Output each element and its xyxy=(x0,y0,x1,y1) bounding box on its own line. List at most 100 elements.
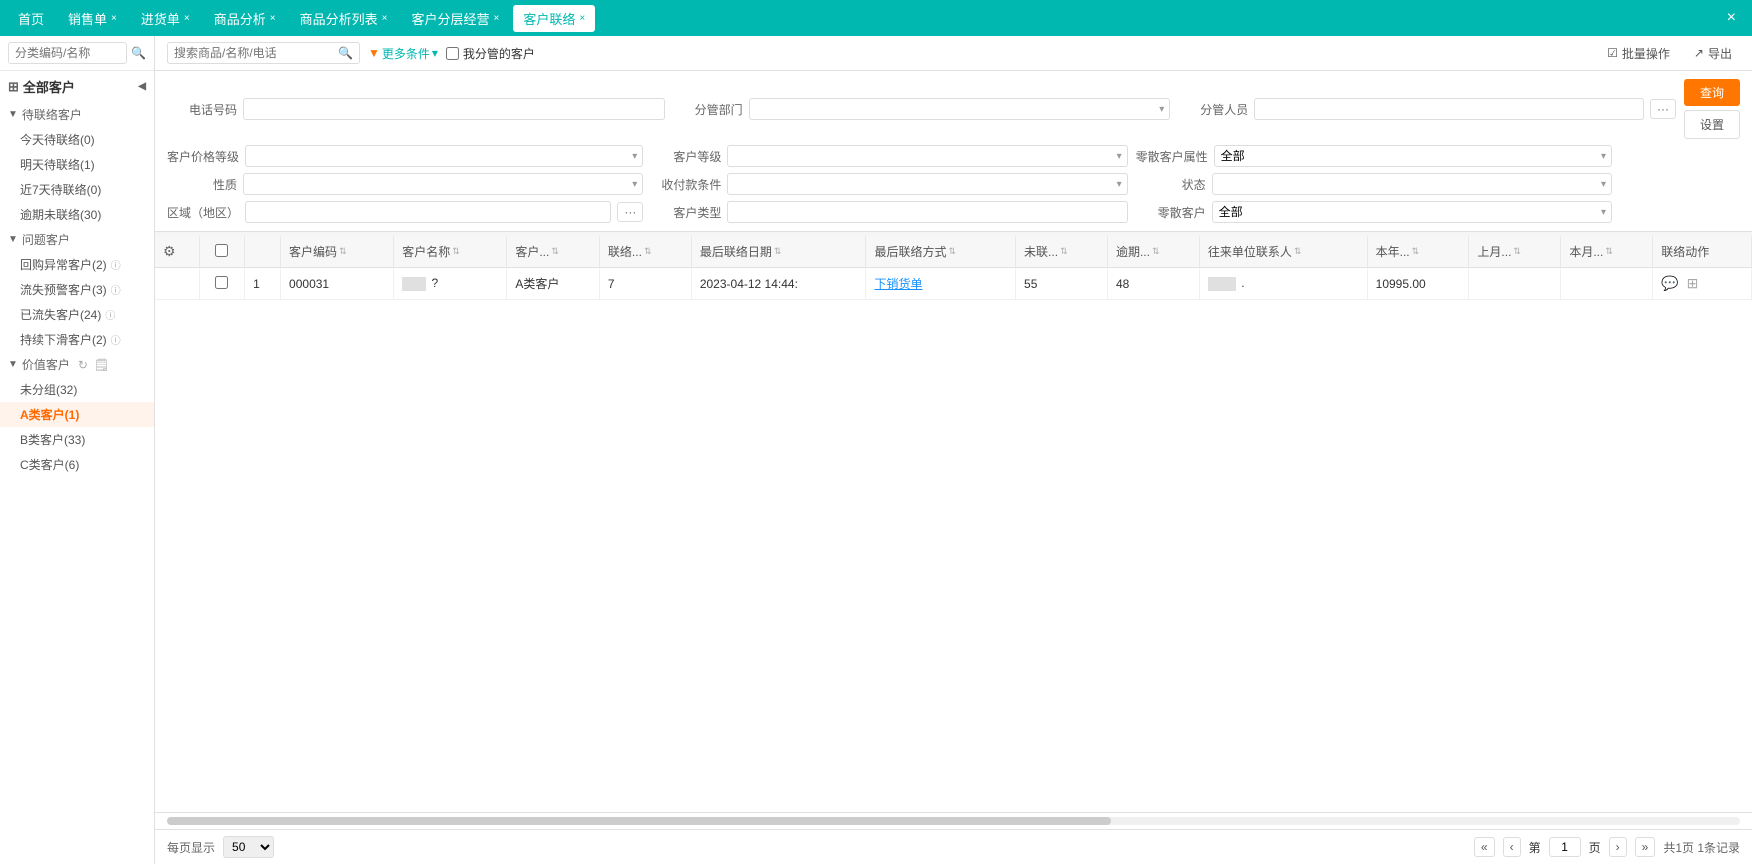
pending-arrow: ▼ xyxy=(8,109,18,120)
th-last-month-sort-icon: ⇅ xyxy=(1513,246,1521,257)
nav-tab-goods-analysis[interactable]: 商品分析 × xyxy=(204,5,286,32)
sidebar-item-today[interactable]: 今天待联络(0) xyxy=(0,127,154,152)
prev-page-btn[interactable]: ‹ xyxy=(1503,837,1521,857)
row-unit-contact-cell: . xyxy=(1199,268,1367,300)
customer-level-select[interactable] xyxy=(727,145,1127,167)
batch-op-btn[interactable]: ☑ 批量操作 xyxy=(1599,43,1678,64)
next-page-btn[interactable]: › xyxy=(1609,837,1627,857)
sidebar-search-icon[interactable]: 🔍 xyxy=(131,46,146,60)
filter-search-icon[interactable]: 🔍 xyxy=(338,46,353,60)
sidebar-item-unclassified[interactable]: 未分组(32) xyxy=(0,377,154,402)
row-last-contact-way[interactable]: 下销货单 xyxy=(874,277,922,291)
th-name[interactable]: 客户名称 ⇅ xyxy=(394,236,507,268)
th-unit-contact[interactable]: 往来单位联系人 ⇅ xyxy=(1199,236,1367,268)
query-button[interactable]: 查询 xyxy=(1684,79,1740,106)
my-customers-filter[interactable]: 我分管的客户 xyxy=(446,45,535,62)
th-last-contact-date[interactable]: 最后联络日期 ⇅ xyxy=(691,236,866,268)
retail-attr-select[interactable]: 全部 xyxy=(1214,145,1612,167)
page-num-input[interactable] xyxy=(1549,837,1581,857)
dept-select[interactable] xyxy=(749,98,1171,120)
row-last-contact-date-cell: 2023-04-12 14:44: xyxy=(691,268,866,300)
th-this-year-sort-icon: ⇅ xyxy=(1412,246,1420,257)
window-close-button[interactable]: × xyxy=(1719,7,1744,29)
row-seq: 1 xyxy=(253,277,260,291)
close-customer-contact-tab[interactable]: × xyxy=(579,13,585,24)
row-chat-icon[interactable]: 💬 xyxy=(1661,275,1678,292)
nav-home[interactable]: 首页 xyxy=(8,5,54,32)
export-label: 导出 xyxy=(1708,45,1732,62)
nav-tab-goods-analysis-list[interactable]: 商品分析列表 × xyxy=(290,5,398,32)
region-label: 区域（地区） xyxy=(167,204,239,221)
nav-tab-purchase[interactable]: 进货单 × xyxy=(131,5,200,32)
sidebar-item-class-c[interactable]: C类客户(6) xyxy=(0,452,154,477)
first-page-btn[interactable]: « xyxy=(1474,837,1495,857)
th-customer-type-label: 客户... xyxy=(515,243,549,260)
row-checkbox[interactable] xyxy=(215,276,228,289)
region-input[interactable] xyxy=(245,201,611,223)
close-sales-tab[interactable]: × xyxy=(111,13,117,24)
phone-input[interactable] xyxy=(243,98,665,120)
scrollbar-track[interactable] xyxy=(167,817,1740,825)
table-settings-icon[interactable]: ⚙ xyxy=(163,243,176,259)
sidebar-item-lost-warning[interactable]: 流失预警客户(3) ⓘ xyxy=(0,277,154,302)
sidebar-item-class-a[interactable]: A类客户(1) xyxy=(0,402,154,427)
region-ellipsis-btn[interactable]: ··· xyxy=(617,202,643,222)
filter-field-phone: 电话号码 xyxy=(167,98,665,120)
customer-type-input[interactable] xyxy=(727,201,1127,223)
page-size-select[interactable]: 50 100 200 xyxy=(223,836,274,858)
value-refresh-icon[interactable]: ↻ xyxy=(78,358,88,372)
nature-select[interactable] xyxy=(243,173,643,195)
row-qrcode-icon[interactable]: ⊞ xyxy=(1687,275,1699,292)
sidebar-item-7days[interactable]: 近7天待联络(0) xyxy=(0,177,154,202)
filter-field-price-level: 客户价格等级 ▾ xyxy=(167,145,643,167)
filter-field-dept: 分管部门 ▾ xyxy=(673,98,1171,120)
scrollbar-thumb[interactable] xyxy=(167,817,1111,825)
th-this-year[interactable]: 本年... ⇅ xyxy=(1367,236,1469,268)
close-customer-segment-tab[interactable]: × xyxy=(493,13,499,24)
sidebar-item-class-b[interactable]: B类客户(33) xyxy=(0,427,154,452)
status-select[interactable] xyxy=(1212,173,1612,195)
th-last-contact-way[interactable]: 最后联络方式 ⇅ xyxy=(866,236,1016,268)
manager-ellipsis-btn[interactable]: ··· xyxy=(1650,99,1676,119)
th-code[interactable]: 客户编码 ⇅ xyxy=(281,236,394,268)
sidebar-item-overdue[interactable]: 逾期未联络(30) xyxy=(0,202,154,227)
close-goods-analysis-list-tab[interactable]: × xyxy=(382,13,388,24)
price-level-select[interactable] xyxy=(245,145,643,167)
select-all-checkbox[interactable] xyxy=(215,244,228,257)
th-customer-type[interactable]: 客户... ⇅ xyxy=(507,236,600,268)
nav-tab-customer-segment[interactable]: 客户分层经营 × xyxy=(401,5,509,32)
th-this-month[interactable]: 本月... ⇅ xyxy=(1561,236,1653,268)
nav-tab-sales[interactable]: 销售单 × xyxy=(58,5,127,32)
page-label: 第 xyxy=(1529,839,1541,856)
close-goods-analysis-tab[interactable]: × xyxy=(270,13,276,24)
th-last-month[interactable]: 上月... ⇅ xyxy=(1469,236,1561,268)
filter-search-input[interactable] xyxy=(174,46,334,60)
sidebar-item-already-lost[interactable]: 已流失客户(24) ⓘ xyxy=(0,302,154,327)
nav-tab-customer-contact[interactable]: 客户联络 × xyxy=(513,5,595,32)
sidebar-item-tomorrow[interactable]: 明天待联络(1) xyxy=(0,152,154,177)
th-overdue[interactable]: 逾期... ⇅ xyxy=(1107,236,1199,268)
grid-icon: ⊞ xyxy=(8,79,19,95)
th-no-contact[interactable]: 未联... ⇅ xyxy=(1016,236,1108,268)
filter-more-label: 更多条件 xyxy=(382,45,430,62)
last-page-btn[interactable]: » xyxy=(1635,837,1656,857)
sidebar-item-repurchase-abnormal[interactable]: 回购异常客户(2) ⓘ xyxy=(0,252,154,277)
already-lost-label: 已流失客户(24) xyxy=(20,306,101,323)
my-customers-checkbox[interactable] xyxy=(446,47,459,60)
setting-button[interactable]: 设置 xyxy=(1684,110,1740,139)
sidebar-search-input[interactable] xyxy=(8,42,127,64)
payment-select[interactable] xyxy=(727,173,1127,195)
th-contact[interactable]: 联络... ⇅ xyxy=(599,236,691,268)
row-customer-type-cell: A类客户 xyxy=(507,268,600,300)
row-settings-cell xyxy=(155,268,199,300)
filter-search-container: 🔍 xyxy=(167,42,360,64)
all-customers-header[interactable]: ⊞ 全部客户 ◀ xyxy=(0,71,154,102)
filter-more-btn[interactable]: ▼ 更多条件 ▾ xyxy=(368,45,438,62)
close-purchase-tab[interactable]: × xyxy=(184,13,190,24)
sidebar-item-declining[interactable]: 持续下滑客户(2) ⓘ xyxy=(0,327,154,352)
th-contact-label: 联络... xyxy=(608,243,642,260)
retail-customer-select[interactable]: 全部 xyxy=(1212,201,1612,223)
manager-input[interactable] xyxy=(1254,98,1644,120)
value-add-icon[interactable]: 🗒 xyxy=(94,358,109,372)
export-btn[interactable]: ↗ 导出 xyxy=(1686,43,1740,64)
